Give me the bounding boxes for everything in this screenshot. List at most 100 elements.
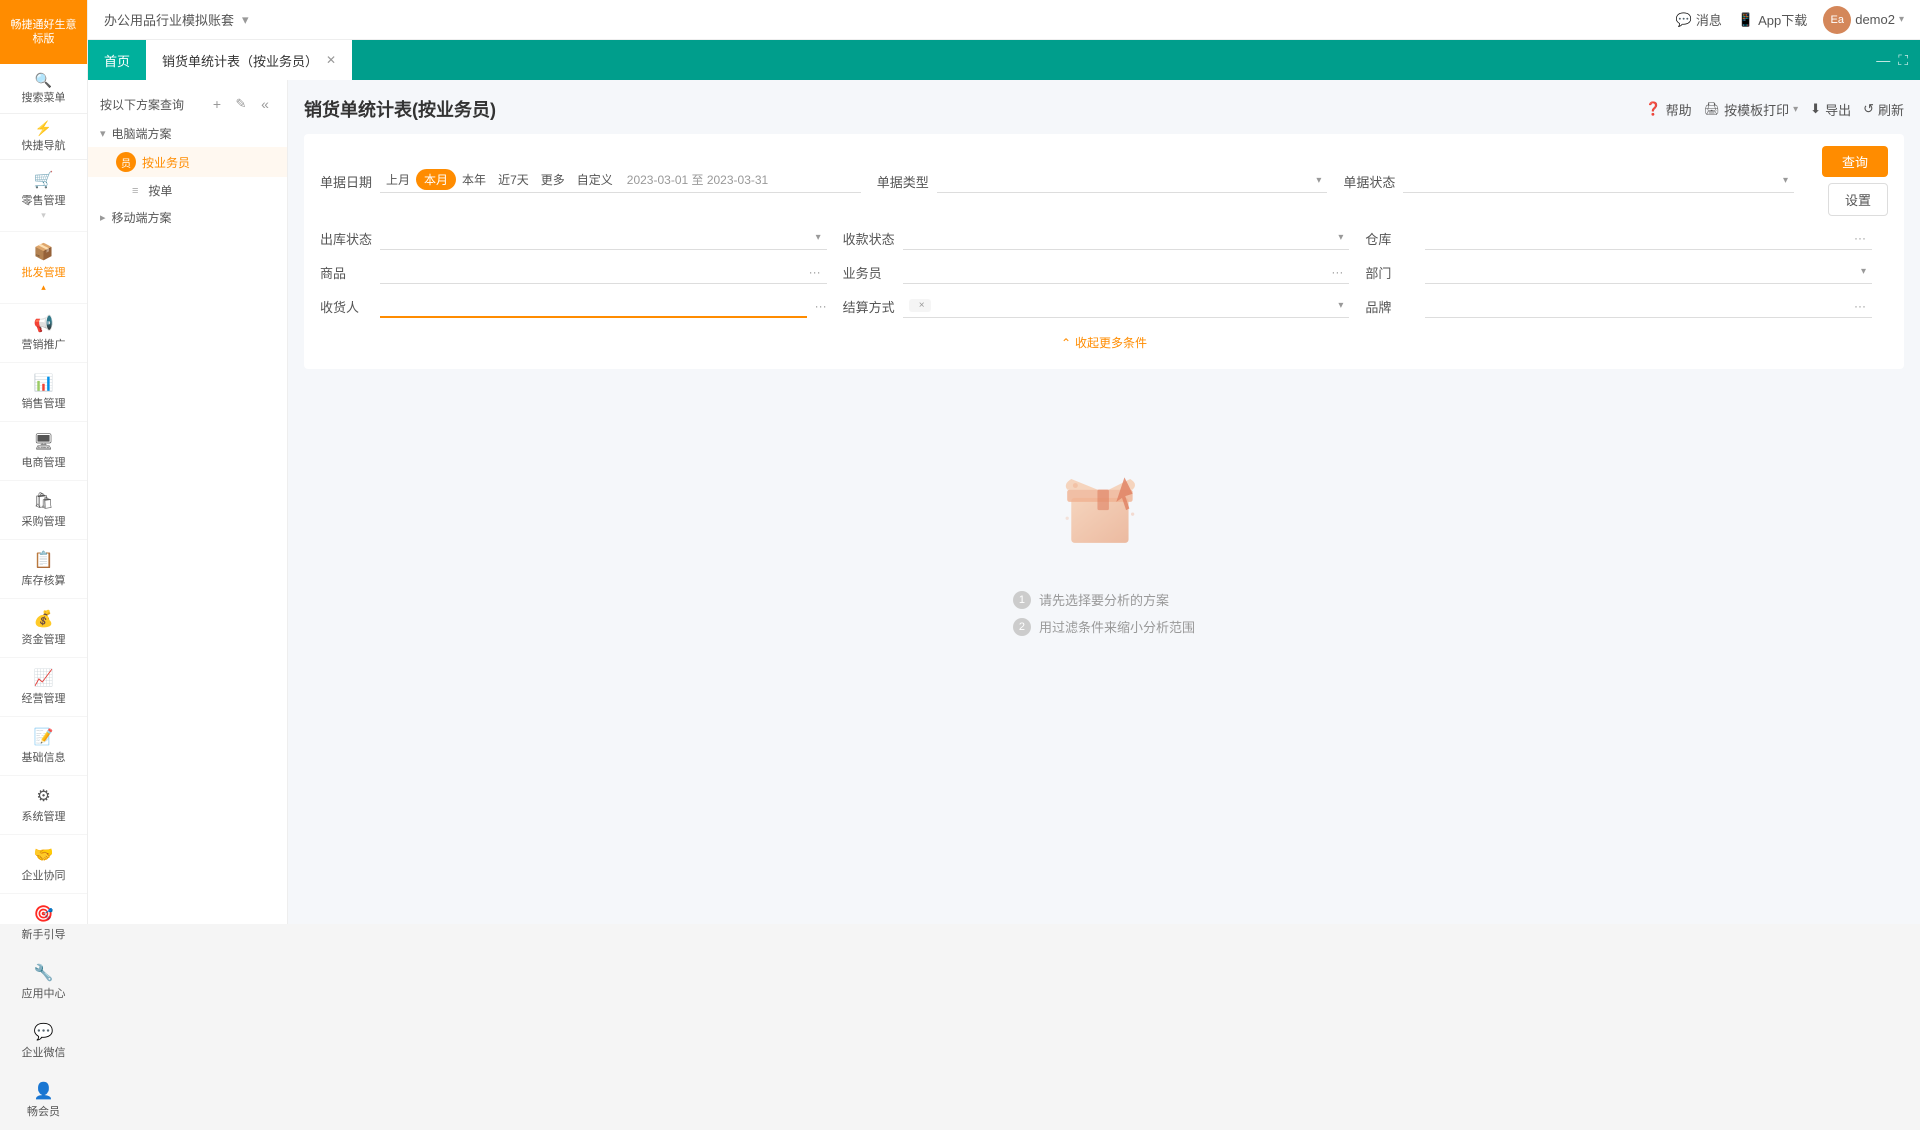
- sidebar-item-purchase[interactable]: 🛍 采购管理: [0, 481, 87, 540]
- window-minimize-icon[interactable]: —: [1876, 52, 1890, 69]
- help-icon: ❓: [1645, 101, 1661, 117]
- collapse-panel-button[interactable]: «: [255, 94, 275, 114]
- page-title: 销货单统计表(按业务员): [304, 96, 496, 122]
- filter-goods: 商品 ···: [320, 260, 843, 284]
- date-btn-7days[interactable]: 近7天: [492, 169, 535, 190]
- dept-select[interactable]: ▾: [1425, 260, 1872, 284]
- sidebar-item-appstore[interactable]: 🔧 应用中心: [0, 953, 87, 1012]
- sidebar-item-operations[interactable]: 📈 经营管理: [0, 658, 87, 717]
- sidebar-item-inventory[interactable]: 📋 库存核算: [0, 540, 87, 599]
- filter-row-1: 单据日期 上月 本月 本年 近7天 更多 自定义 2023-03-01 至 20…: [320, 146, 1888, 216]
- marketing-icon: 📢: [34, 314, 54, 334]
- refresh-button[interactable]: ↺ 刷新: [1863, 100, 1904, 119]
- receipt-select[interactable]: ▾: [903, 226, 1350, 250]
- settings-button[interactable]: 设置: [1828, 183, 1888, 216]
- print-button[interactable]: 🖨 按模板打印 ▾: [1704, 100, 1799, 119]
- help-button[interactable]: ❓ 帮助: [1645, 100, 1691, 119]
- tab-sales-stat[interactable]: 销货单统计表（按业务员） ✕: [146, 40, 352, 80]
- filter-row-3: 商品 ··· 业务员 ··· 部门: [320, 260, 1888, 284]
- sidebar-item-enterprise[interactable]: 🤝 企业协同: [0, 835, 87, 894]
- sales-icon: 📊: [34, 373, 54, 393]
- print-dropdown-icon: ▾: [1793, 104, 1798, 115]
- doc-type-select[interactable]: ▾: [937, 169, 1328, 193]
- doc-status-select[interactable]: ▾: [1403, 169, 1794, 193]
- filter-card: 单据日期 上月 本月 本年 近7天 更多 自定义 2023-03-01 至 20…: [304, 134, 1904, 369]
- warehouse-select[interactable]: ···: [1425, 226, 1872, 250]
- settlement-tag-close[interactable]: ×: [919, 300, 925, 311]
- staff-dots[interactable]: ···: [1331, 265, 1343, 279]
- brand-label: 品牌: [1365, 297, 1417, 316]
- page-title-bar: 销货单统计表(按业务员) ❓ 帮助 🖨 按模板打印 ▾ ⬇ 导出: [304, 96, 1904, 122]
- user-menu[interactable]: Ea demo2 ▾: [1823, 6, 1904, 34]
- tip-2-num: 2: [1013, 618, 1031, 636]
- brand-select[interactable]: ···: [1425, 294, 1872, 318]
- sidebar-item-retail[interactable]: 🛒 零售管理 ▾: [0, 160, 87, 232]
- sidebar-item-wholesale[interactable]: 📦 批发管理 ▴: [0, 232, 87, 304]
- member-icon: 👤: [34, 1081, 54, 1101]
- tree-pc-section[interactable]: ▾ 电脑端方案: [88, 120, 287, 147]
- date-btn-last-month[interactable]: 上月: [380, 169, 416, 190]
- edit-scheme-button[interactable]: ✎: [231, 94, 251, 114]
- settlement-select[interactable]: × ▾: [903, 294, 1350, 318]
- export-button[interactable]: ⬇ 导出: [1810, 100, 1851, 119]
- breadcrumb-arrow[interactable]: ▾: [242, 12, 249, 28]
- filter-warehouse: 仓库 ···: [1365, 226, 1888, 250]
- date-btn-custom[interactable]: 自定义: [571, 169, 619, 190]
- purchase-icon: 🛍: [33, 491, 53, 511]
- tab-close-icon[interactable]: ✕: [326, 53, 336, 67]
- basic-icon: 📝: [34, 727, 54, 747]
- sidebar-item-member[interactable]: 👤 畅会员: [0, 1071, 87, 1130]
- dept-label: 部门: [1365, 263, 1417, 282]
- active-scheme-badge: 员: [116, 152, 136, 172]
- avatar: Ea: [1823, 6, 1851, 34]
- tree-by-staff[interactable]: 员 按业务员: [88, 147, 287, 177]
- tree-mobile-section[interactable]: ▸ 移动端方案: [88, 204, 287, 231]
- brand-dots[interactable]: ···: [1854, 299, 1866, 313]
- refresh-icon: ↺: [1863, 101, 1874, 117]
- window-maximize-icon[interactable]: ⛶: [1898, 52, 1908, 69]
- topbar-left: 办公用品行业模拟账套 ▾: [104, 10, 249, 29]
- date-btn-this-month[interactable]: 本月: [416, 169, 456, 190]
- operations-icon: 📈: [34, 668, 54, 688]
- tree-mobile-expand-icon: ▸: [100, 211, 106, 224]
- sidebar-item-basic[interactable]: 📝 基础信息: [0, 717, 87, 776]
- download-icon: 📱: [1738, 12, 1754, 28]
- warehouse-label: 仓库: [1365, 229, 1417, 248]
- warehouse-dots[interactable]: ···: [1854, 231, 1866, 245]
- wechat-icon: 💬: [34, 1022, 54, 1042]
- goods-select[interactable]: ···: [380, 260, 827, 284]
- search-menu[interactable]: 🔍 搜索菜单: [0, 64, 87, 114]
- wholesale-icon: 📦: [34, 242, 54, 262]
- export-icon: ⬇: [1810, 101, 1821, 117]
- sidebar-item-sales[interactable]: 📊 销售管理: [0, 363, 87, 422]
- filter-doc-type: 单据类型 ▾: [877, 169, 1344, 193]
- staff-select[interactable]: ···: [903, 260, 1350, 284]
- order-scheme-icon: ≡: [132, 185, 138, 197]
- sidebar-item-wechat[interactable]: 💬 企业微信: [0, 1012, 87, 1071]
- tab-home[interactable]: 首页: [88, 40, 146, 80]
- date-btn-this-year[interactable]: 本年: [456, 169, 492, 190]
- sidebar-item-ecommerce[interactable]: 🖥 电商管理: [0, 422, 87, 481]
- sidebar-item-system[interactable]: ⚙ 系统管理: [0, 776, 87, 835]
- retail-icon: 🛒: [34, 170, 54, 190]
- query-button[interactable]: 查询: [1822, 146, 1888, 177]
- tree-by-order[interactable]: ≡ 按单: [88, 177, 287, 204]
- message-icon: 💬: [1676, 12, 1692, 28]
- date-btn-more[interactable]: 更多: [535, 169, 571, 190]
- goods-dots[interactable]: ···: [809, 265, 821, 279]
- quick-nav[interactable]: ⚡ 快捷导航: [0, 114, 87, 160]
- consignee-input[interactable]: [380, 295, 807, 318]
- sidebar-item-marketing[interactable]: 📢 营销推广: [0, 304, 87, 363]
- query-buttons: 查询 设置: [1810, 146, 1888, 216]
- consignee-dots[interactable]: ···: [815, 299, 827, 313]
- filter-brand: 品牌 ···: [1365, 294, 1888, 318]
- app-download-button[interactable]: 📱 App下载: [1738, 10, 1807, 29]
- receipt-label: 收款状态: [843, 229, 895, 248]
- outbound-select[interactable]: ▾: [380, 226, 827, 250]
- message-button[interactable]: 💬 消息: [1676, 10, 1722, 29]
- add-scheme-button[interactable]: +: [207, 94, 227, 114]
- finance-icon: 💰: [34, 609, 54, 629]
- filter-dept: 部门 ▾: [1365, 260, 1888, 284]
- collapse-button[interactable]: ⌃ 收起更多条件: [1061, 334, 1147, 351]
- sidebar-item-finance[interactable]: 💰 资金管理: [0, 599, 87, 658]
